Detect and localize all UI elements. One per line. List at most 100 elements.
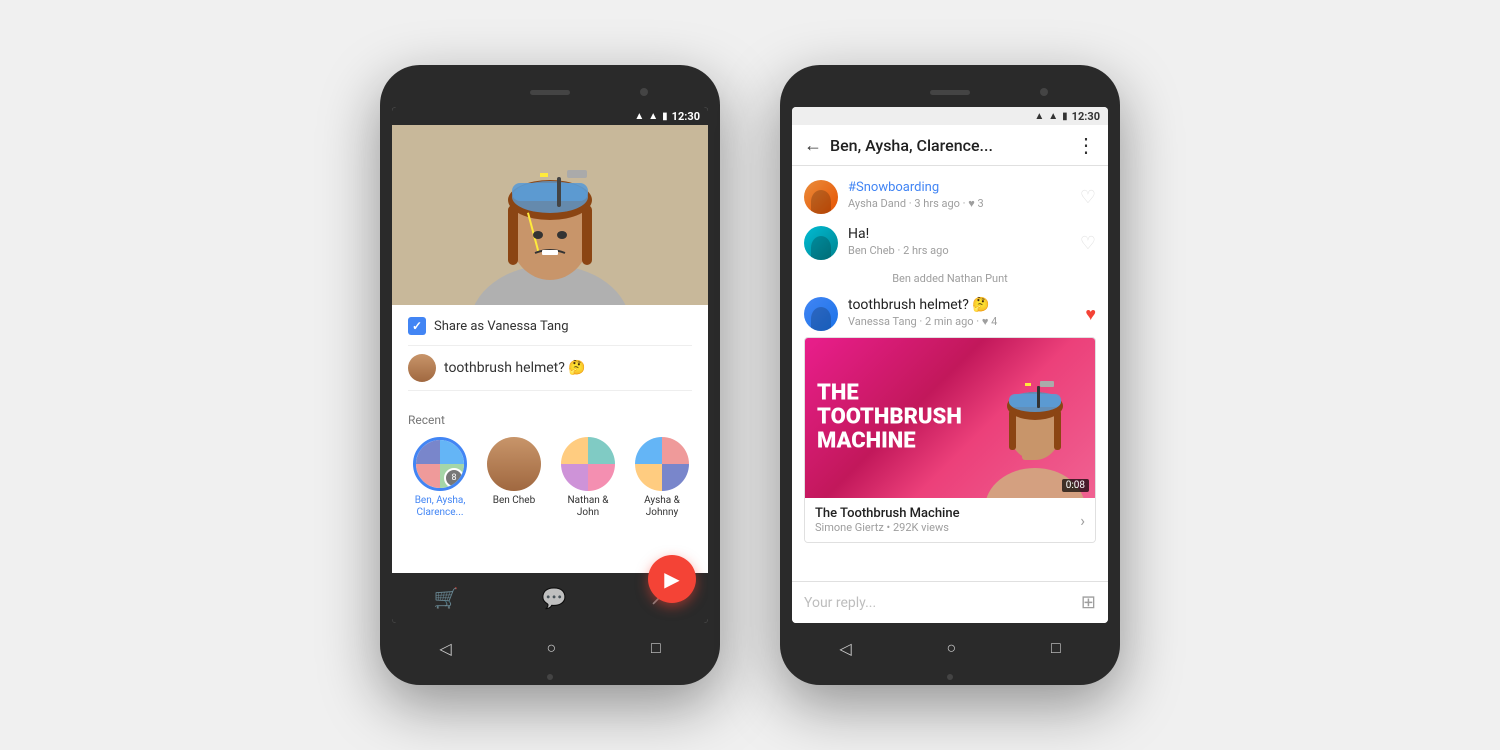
av-a3 [635, 464, 662, 491]
msg-like-3[interactable]: ♥ [1085, 304, 1096, 325]
msg-text-2: Ha! [848, 226, 1070, 242]
av-n2 [588, 437, 615, 464]
nav-back-1[interactable]: ◁ [439, 639, 451, 658]
phone-2: ▲ ▲ ▮ 12:30 ← Ben, Aysha, Clarence... ⋮ [780, 65, 1120, 685]
image-reply-icon[interactable]: ⊞ [1081, 592, 1096, 613]
message-text: toothbrush helmet? 🤔 [444, 360, 586, 376]
more-button[interactable]: ⋮ [1076, 133, 1096, 157]
msg-text-1: #Snowboarding [848, 180, 1070, 195]
msg-like-1[interactable]: ♡ [1080, 187, 1096, 208]
av-a1 [635, 437, 662, 464]
nav-recent-2[interactable]: □ [1051, 638, 1061, 658]
phone-2-nav: ◁ ○ □ [792, 623, 1108, 673]
av-a2 [662, 437, 689, 464]
msg-meta-2: Ben Cheb · 2 hrs ago [848, 244, 1070, 257]
contact-item-3[interactable]: Nathan & John [556, 437, 620, 519]
message-3: toothbrush helmet? 🤔 Vanessa Tang · 2 mi… [792, 291, 1108, 337]
wifi-icon-2: ▲ [1048, 111, 1058, 122]
msg-avatar-1 [804, 180, 838, 214]
share-checkbox[interactable]: ✓ [408, 317, 426, 335]
contact-avatar-2 [487, 437, 541, 491]
msg-content-3: toothbrush helmet? 🤔 Vanessa Tang · 2 mi… [848, 297, 1075, 328]
phone-2-top [792, 77, 1108, 107]
share-panel: ✓ Share as Vanessa Tang toothbrush helme… [392, 305, 708, 403]
phone-1-top [392, 77, 708, 107]
contact-name-3: Nathan & John [556, 495, 620, 519]
nav-home-1[interactable]: ○ [546, 638, 556, 658]
message-row: toothbrush helmet? 🤔 [408, 345, 692, 391]
chat-messages: #Snowboarding Aysha Dand · 3 hrs ago · ♥… [792, 166, 1108, 581]
contact-avatar-1: 8 [413, 437, 467, 491]
msg-avatar-2 [804, 226, 838, 260]
phone-speaker [530, 90, 570, 95]
signal-icon-2: ▲ [1034, 111, 1044, 122]
nav-back-2[interactable]: ◁ [839, 639, 851, 658]
video-info-row: The Toothbrush Machine Simone Giertz • 2… [805, 498, 1095, 542]
chat-title: Ben, Aysha, Clarence... [830, 136, 1068, 155]
av-q1 [416, 440, 440, 464]
phone-2-screen: ▲ ▲ ▮ 12:30 ← Ben, Aysha, Clarence... ⋮ [792, 107, 1108, 623]
system-message: Ben added Nathan Punt [792, 266, 1108, 291]
multi-avatar-3 [561, 437, 615, 491]
phone-1-screen: ▲ ▲ ▮ 12:30 [392, 107, 708, 623]
contact-badge-1: 8 [444, 468, 464, 488]
video-title-line2: TOOTHBRUSH [817, 406, 962, 430]
recent-label: Recent [408, 413, 692, 427]
phone-2-dot [947, 674, 953, 680]
phone-1-nav: ◁ ○ □ [392, 623, 708, 673]
msg-avatar-3 [804, 297, 838, 331]
video-title-line3: MACHINE [817, 430, 962, 454]
contact-item-2[interactable]: Ben Cheb [482, 437, 546, 519]
share-as-text: Share as Vanessa Tang [434, 319, 569, 334]
back-button[interactable]: ← [804, 135, 822, 156]
multi-avatar-4 [635, 437, 689, 491]
contact-name-4: Aysha & Johnny [630, 495, 692, 519]
phone-1: ▲ ▲ ▮ 12:30 [380, 65, 720, 685]
contact-avatar-4 [635, 437, 689, 491]
battery-icon: ▮ [662, 111, 668, 122]
contact-name-2: Ben Cheb [493, 495, 535, 507]
av-q3 [416, 464, 440, 488]
reply-input[interactable]: Your reply... [804, 595, 1081, 611]
video-svg [392, 125, 708, 305]
video-title-overlay: THE TOOTHBRUSH MACHINE [817, 382, 962, 455]
status-time-1: 12:30 [672, 110, 700, 123]
contact-name-1: Ben, Aysha, Clarence... [408, 495, 472, 519]
quote-icon: 💬 [542, 586, 567, 610]
msg-text-3: toothbrush helmet? 🤔 [848, 297, 1075, 313]
send-button[interactable]: ▶ [648, 555, 696, 603]
msg-meta-3: Vanessa Tang · 2 min ago · ♥ 4 [848, 315, 1075, 328]
nav-home-2[interactable]: ○ [946, 638, 956, 658]
signal-icon: ▲ [634, 111, 644, 122]
wifi-icon: ▲ [648, 111, 658, 122]
reply-bar: Your reply... ⊞ [792, 581, 1108, 623]
msg-content-2: Ha! Ben Cheb · 2 hrs ago [848, 226, 1070, 257]
chevron-right-icon[interactable]: › [1080, 511, 1085, 530]
recent-section: Recent 8 Ben, Aysh [392, 403, 708, 573]
video-info-title: The Toothbrush Machine [815, 506, 1072, 521]
contact-item-4[interactable]: Aysha & Johnny [630, 437, 692, 519]
nav-recent-1[interactable]: □ [651, 638, 661, 658]
share-as-row: ✓ Share as Vanessa Tang [408, 317, 692, 335]
battery-icon-2: ▮ [1062, 111, 1068, 122]
thumb-person-svg [975, 338, 1095, 498]
msg-content-1: #Snowboarding Aysha Dand · 3 hrs ago · ♥… [848, 180, 1070, 210]
av-n4 [588, 464, 615, 491]
send-icon: ▶ [664, 567, 679, 591]
av-q2 [440, 440, 464, 464]
video-title-line1: THE [817, 382, 962, 406]
msg-like-2[interactable]: ♡ [1080, 233, 1096, 254]
message-1: #Snowboarding Aysha Dand · 3 hrs ago · ♥… [792, 174, 1108, 220]
video-card[interactable]: THE TOOTHBRUSH MACHINE [804, 337, 1096, 543]
video-preview [392, 125, 708, 305]
video-thumbnail: THE TOOTHBRUSH MACHINE [805, 338, 1095, 498]
cart-icon: 🛒 [434, 586, 459, 610]
status-bar-1: ▲ ▲ ▮ 12:30 [392, 107, 708, 125]
phone-camera [640, 88, 648, 96]
av-n1 [561, 437, 588, 464]
av-n3 [561, 464, 588, 491]
contact-item-1[interactable]: 8 Ben, Aysha, Clarence... [408, 437, 472, 519]
message-2: Ha! Ben Cheb · 2 hrs ago ♡ [792, 220, 1108, 266]
phone-2-speaker [930, 90, 970, 95]
status-bar-2: ▲ ▲ ▮ 12:30 [792, 107, 1108, 125]
